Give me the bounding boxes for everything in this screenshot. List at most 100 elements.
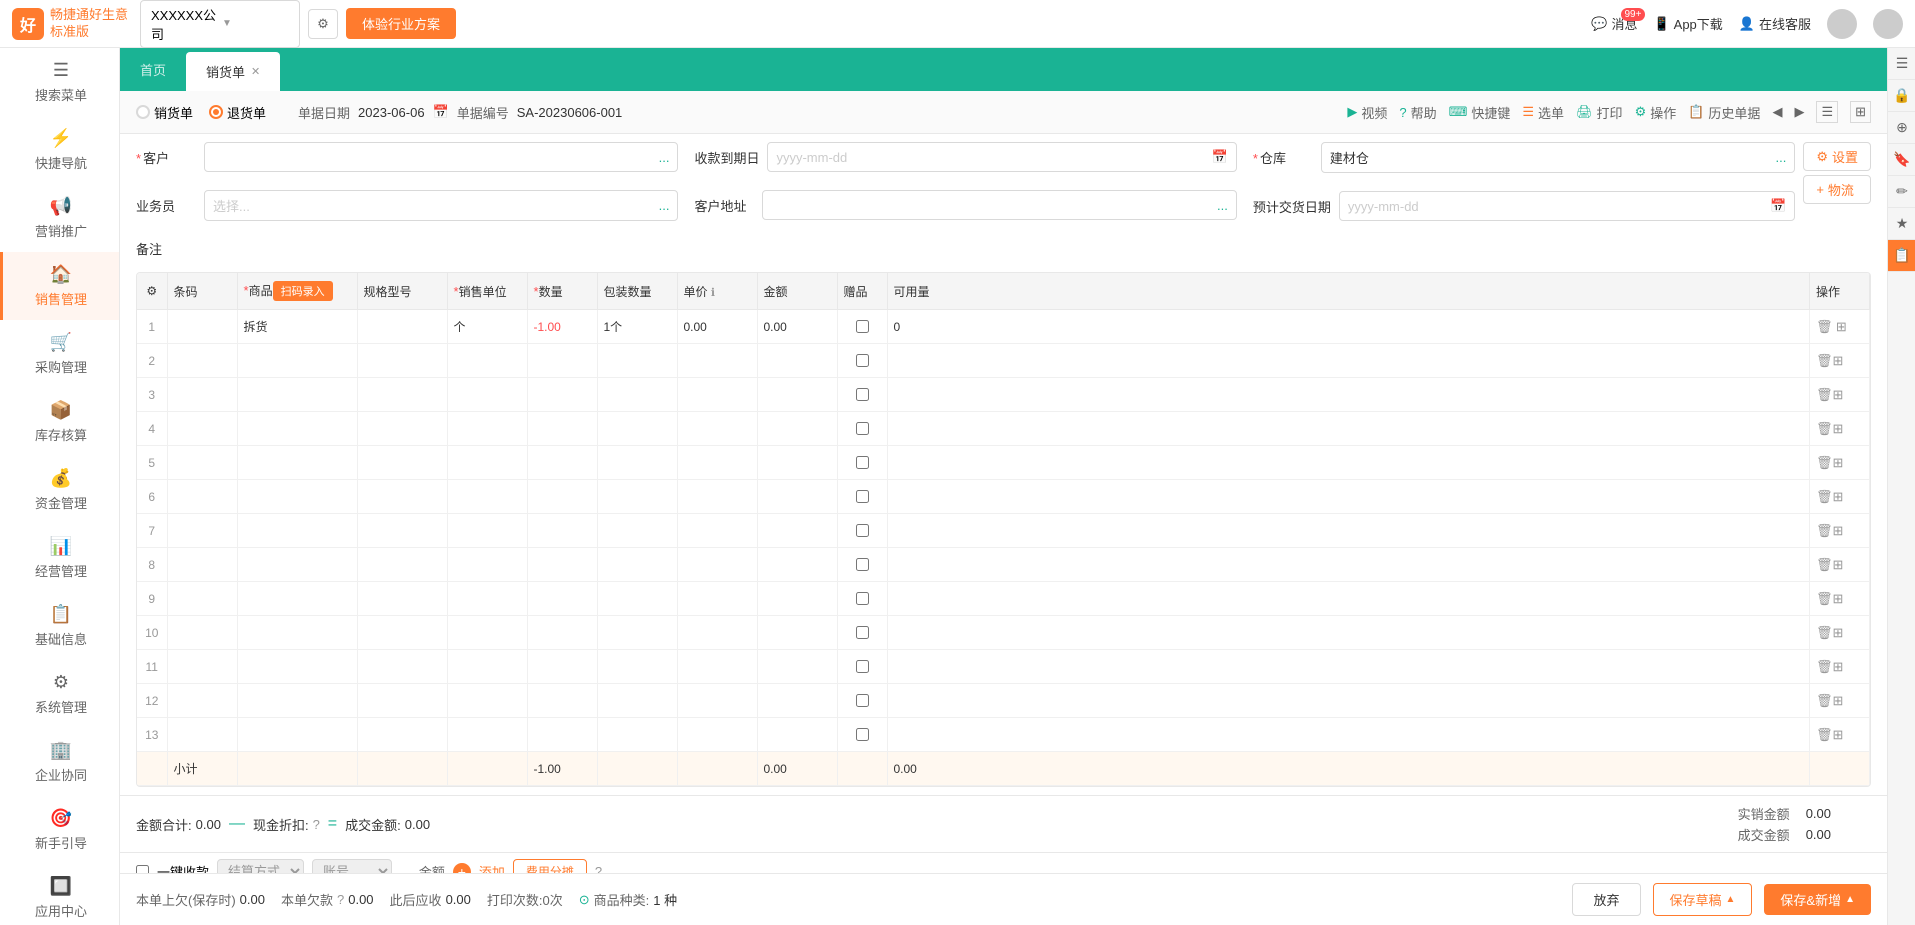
payment-method-select[interactable]: 结算方式 xyxy=(217,859,304,873)
sidebar-item-search[interactable]: ☰ 搜索菜单 xyxy=(0,48,119,116)
help-icon3[interactable]: ? xyxy=(337,892,344,907)
row-gift[interactable] xyxy=(837,310,887,344)
company-selector[interactable]: XXXXXX公司 ▼ xyxy=(140,0,300,48)
online-service-button[interactable]: 👤 在线客服 xyxy=(1739,14,1811,33)
save-draft-button[interactable]: 保存草稿 ▲ xyxy=(1653,883,1753,916)
delete-icon[interactable]: 🗑 xyxy=(1816,693,1833,708)
row-price[interactable]: 0.00 xyxy=(677,310,757,344)
right-tool-5[interactable]: ✏ xyxy=(1888,176,1915,208)
warehouse-input[interactable]: 建材仓 ... xyxy=(1321,142,1795,173)
sidebar-item-apps[interactable]: 🔲 应用中心 xyxy=(0,864,119,925)
scan-button[interactable]: 扫码录入 xyxy=(273,281,333,301)
sidebar-item-sales[interactable]: 🏠 销售管理 xyxy=(0,252,119,320)
row-barcode[interactable] xyxy=(167,310,237,344)
action-print[interactable]: 🖨 打印 xyxy=(1576,103,1623,122)
delivery-date-input[interactable]: yyyy-mm-dd 📅 xyxy=(1339,191,1795,221)
delete-icon[interactable]: 🗑 xyxy=(1816,455,1833,470)
delete-icon[interactable]: 🗑 xyxy=(1816,659,1833,674)
trial-button[interactable]: 体验行业方案 xyxy=(346,8,456,39)
copy-icon[interactable]: ⊞ xyxy=(1833,591,1844,606)
action-select[interactable]: ☰ 选单 xyxy=(1522,103,1564,122)
delete-icon[interactable]: 🗑 xyxy=(1816,523,1833,538)
sidebar-item-inventory[interactable]: 📦 库存核算 xyxy=(0,388,119,456)
right-tool-7[interactable]: 📋 xyxy=(1888,240,1915,272)
radio-return-order[interactable]: 退货单 xyxy=(209,103,266,122)
add-payment-button[interactable]: + xyxy=(453,863,471,874)
delete-icon[interactable]: 🗑 xyxy=(1816,353,1833,368)
sidebar-item-purchase[interactable]: 🛒 采购管理 xyxy=(0,320,119,388)
copy-icon[interactable]: ⊞ xyxy=(1833,523,1844,538)
abandon-button[interactable]: 放弃 xyxy=(1572,883,1640,916)
action-operate[interactable]: ⚙ 操作 xyxy=(1635,103,1677,122)
calendar-icon2[interactable]: 📅 xyxy=(1212,149,1228,165)
customer-input[interactable]: ... xyxy=(204,142,678,172)
account-select[interactable]: 账号 xyxy=(312,859,392,873)
calendar-icon[interactable]: 📅 xyxy=(433,104,449,120)
messages-button[interactable]: 💬 消息 99+ xyxy=(1591,14,1637,33)
customer-addr-input[interactable]: ... xyxy=(762,190,1236,220)
tab-sales-order[interactable]: 销货单 ✕ xyxy=(186,52,280,91)
addr-dots[interactable]: ... xyxy=(1217,198,1228,213)
right-tool-1[interactable]: ☰ xyxy=(1888,48,1915,80)
right-tool-6[interactable]: ★ xyxy=(1888,208,1915,240)
row-spec[interactable] xyxy=(357,310,447,344)
right-tool-2[interactable]: 🔒 xyxy=(1888,80,1915,112)
calendar-icon3[interactable]: 📅 xyxy=(1770,198,1786,214)
salesperson-dots[interactable]: ... xyxy=(659,198,670,213)
company-settings-button[interactable]: ⚙ xyxy=(308,9,338,39)
user-avatar[interactable] xyxy=(1827,9,1857,39)
copy-icon[interactable]: ⊞ xyxy=(1833,693,1844,708)
delete-icon[interactable]: 🗑 xyxy=(1816,591,1833,606)
action-shortcut[interactable]: ⌨ 快捷键 xyxy=(1449,103,1511,122)
delete-icon[interactable]: 🗑 xyxy=(1816,557,1833,572)
gift-checkbox[interactable] xyxy=(856,320,869,333)
copy-icon[interactable]: ⊞ xyxy=(1836,319,1847,334)
copy-icon[interactable]: ⊞ xyxy=(1833,557,1844,572)
settings-button[interactable]: ⚙ 设置 xyxy=(1803,142,1871,171)
tab-home[interactable]: 首页 xyxy=(120,50,186,89)
tab-close-icon[interactable]: ✕ xyxy=(251,65,260,78)
row-pkg-qty[interactable]: 1个 xyxy=(597,310,677,344)
copy-icon[interactable]: ⊞ xyxy=(1833,455,1844,470)
expense-split-button[interactable]: 费用分摊 xyxy=(513,859,587,873)
sidebar-item-base[interactable]: 📋 基础信息 xyxy=(0,592,119,660)
app-download-button[interactable]: 📱 App下载 xyxy=(1653,14,1722,33)
payment-dots[interactable]: ... xyxy=(400,864,411,873)
copy-icon[interactable]: ⊞ xyxy=(1833,625,1844,640)
delete-icon[interactable]: 🗑 xyxy=(1816,387,1833,402)
action-history[interactable]: 📋 历史单据 xyxy=(1688,103,1760,122)
row-qty[interactable]: -1.00 xyxy=(527,310,597,344)
row-amount[interactable]: 0.00 xyxy=(757,310,837,344)
copy-icon[interactable]: ⊞ xyxy=(1833,659,1844,674)
action-video[interactable]: ▶ 视频 xyxy=(1347,103,1387,122)
save-new-button[interactable]: 保存&新增 ▲ xyxy=(1764,884,1871,915)
delete-icon[interactable]: 🗑 xyxy=(1816,727,1833,742)
copy-icon[interactable]: ⊞ xyxy=(1833,489,1844,504)
warehouse-dots[interactable]: ... xyxy=(1775,150,1786,165)
table-view-icon[interactable]: ⊞ xyxy=(1850,101,1871,123)
one-click-payment-checkbox[interactable] xyxy=(136,865,149,873)
nav-prev-icon[interactable]: ◀ xyxy=(1772,104,1782,120)
logistics-button[interactable]: + 物流 xyxy=(1803,175,1871,204)
customer-dots[interactable]: ... xyxy=(659,150,670,165)
delete-icon[interactable]: 🗑 xyxy=(1816,489,1833,504)
grid-view-icon[interactable]: ☰ xyxy=(1816,101,1838,123)
sidebar-item-enterprise[interactable]: 🏢 企业协同 xyxy=(0,728,119,796)
sidebar-item-operations[interactable]: 📊 经营管理 xyxy=(0,524,119,592)
help-icon2[interactable]: ? xyxy=(313,817,320,832)
expense-help-icon[interactable]: ? xyxy=(595,864,602,873)
sidebar-item-marketing[interactable]: 📢 营销推广 xyxy=(0,184,119,252)
payment-date-input[interactable]: yyyy-mm-dd 📅 xyxy=(767,142,1236,172)
col-settings[interactable]: ⚙ xyxy=(137,273,167,310)
radio-sales-order[interactable]: 销货单 xyxy=(136,103,193,122)
sidebar-item-quick-nav[interactable]: ⚡ 快捷导航 xyxy=(0,116,119,184)
delete-icon[interactable]: 🗑 xyxy=(1816,421,1833,436)
action-help[interactable]: ? 帮助 xyxy=(1399,103,1436,122)
delete-icon[interactable]: 🗑 xyxy=(1816,625,1833,640)
copy-icon[interactable]: ⊞ xyxy=(1833,421,1844,436)
row-unit[interactable]: 个 xyxy=(447,310,527,344)
copy-icon[interactable]: ⊞ xyxy=(1833,387,1844,402)
sidebar-item-finance[interactable]: 💰 资金管理 xyxy=(0,456,119,524)
copy-icon[interactable]: ⊞ xyxy=(1833,353,1844,368)
row-product[interactable]: 拆货 xyxy=(237,310,357,344)
